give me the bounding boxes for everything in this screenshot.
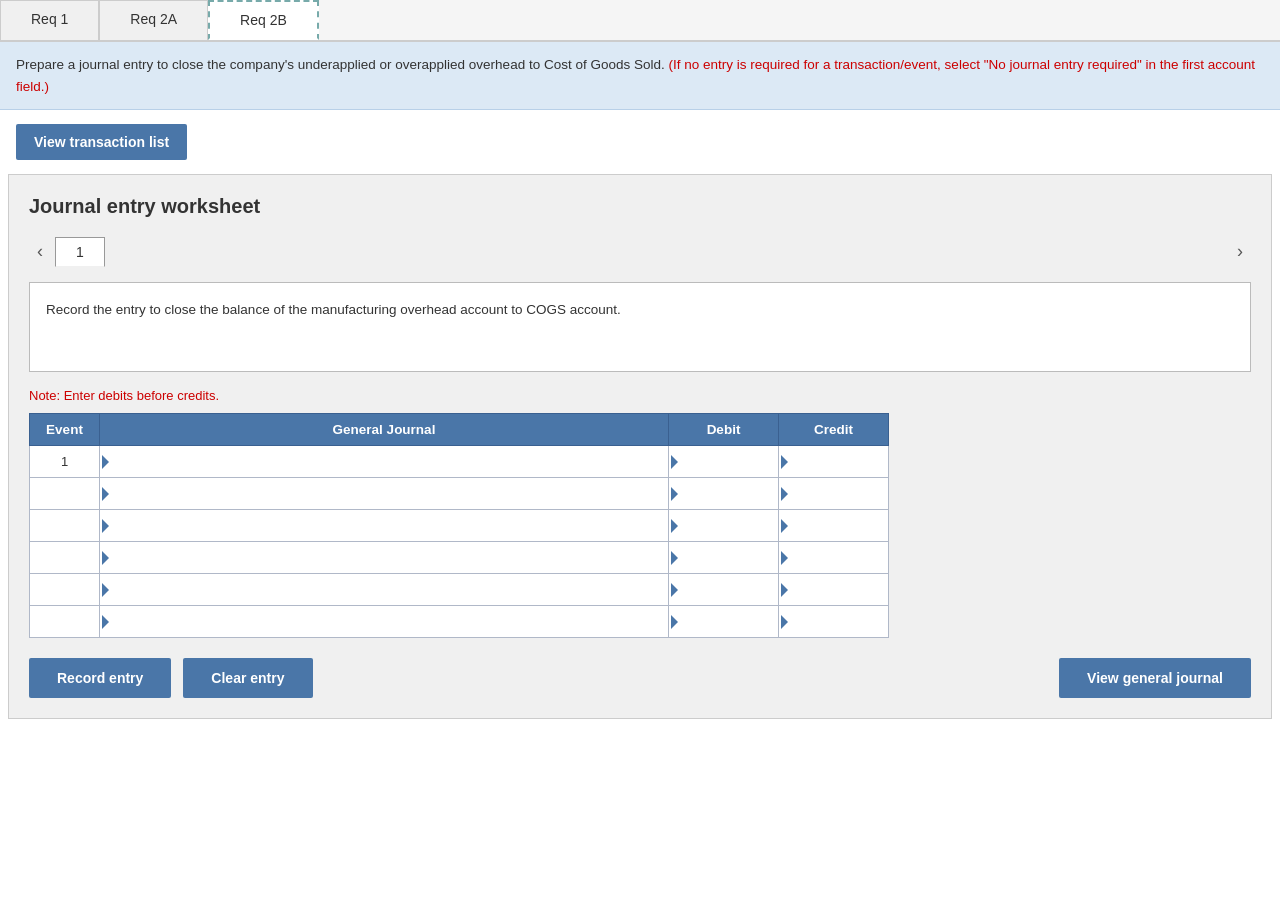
credit-cell[interactable] — [779, 574, 889, 606]
tab-req1[interactable]: Req 1 — [0, 0, 99, 40]
debit-cell[interactable] — [669, 574, 779, 606]
debit-indicator-icon — [671, 455, 678, 469]
credit-cell[interactable] — [779, 446, 889, 478]
bottom-buttons: Record entry Clear entry View general jo… — [29, 658, 1251, 698]
credit-indicator-icon — [781, 615, 788, 629]
debit-input[interactable] — [669, 606, 778, 637]
debit-input[interactable] — [669, 574, 778, 605]
dropdown-indicator-icon — [102, 519, 109, 533]
table-row — [30, 510, 889, 542]
general-journal-cell[interactable] — [100, 542, 669, 574]
dropdown-indicator-icon — [102, 583, 109, 597]
debit-cell[interactable] — [669, 510, 779, 542]
view-general-journal-button[interactable]: View general journal — [1059, 658, 1251, 698]
col-debit: Debit — [669, 414, 779, 446]
credit-indicator-icon — [781, 519, 788, 533]
event-cell — [30, 542, 100, 574]
credit-input[interactable] — [779, 446, 888, 477]
clear-entry-button[interactable]: Clear entry — [183, 658, 312, 698]
debit-input[interactable] — [669, 478, 778, 509]
record-entry-button[interactable]: Record entry — [29, 658, 171, 698]
table-row — [30, 574, 889, 606]
credit-cell[interactable] — [779, 478, 889, 510]
prev-arrow[interactable]: ‹ — [29, 237, 51, 266]
event-cell — [30, 510, 100, 542]
tab-navigation: ‹ 1 › — [29, 236, 1251, 266]
debit-indicator-icon — [671, 551, 678, 565]
general-journal-input[interactable] — [100, 478, 668, 509]
note-text: Note: Enter debits before credits. — [29, 388, 1251, 403]
view-transaction-button[interactable]: View transaction list — [16, 124, 187, 160]
credit-input[interactable] — [779, 510, 888, 541]
tab-bar: Req 1 Req 2A Req 2B — [0, 0, 1280, 42]
dropdown-indicator-icon — [102, 455, 109, 469]
debit-indicator-icon — [671, 583, 678, 597]
event-cell — [30, 478, 100, 510]
credit-input[interactable] — [779, 478, 888, 509]
debit-indicator-icon — [671, 519, 678, 533]
credit-cell[interactable] — [779, 606, 889, 638]
credit-input[interactable] — [779, 606, 888, 637]
general-journal-input[interactable] — [100, 574, 668, 605]
credit-indicator-icon — [781, 583, 788, 597]
general-journal-input[interactable] — [100, 606, 668, 637]
credit-cell[interactable] — [779, 542, 889, 574]
credit-input[interactable] — [779, 542, 888, 573]
col-event: Event — [30, 414, 100, 446]
general-journal-cell[interactable] — [100, 478, 669, 510]
credit-indicator-icon — [781, 487, 788, 501]
table-row: 1 — [30, 446, 889, 478]
general-journal-input[interactable] — [100, 446, 668, 477]
credit-input[interactable] — [779, 574, 888, 605]
table-row — [30, 606, 889, 638]
entry-description: Record the entry to close the balance of… — [29, 282, 1251, 372]
general-journal-cell[interactable] — [100, 574, 669, 606]
tab-req2a[interactable]: Req 2A — [99, 0, 208, 40]
dropdown-indicator-icon — [102, 487, 109, 501]
credit-indicator-icon — [781, 455, 788, 469]
debit-input[interactable] — [669, 542, 778, 573]
table-row — [30, 542, 889, 574]
instruction-bar: Prepare a journal entry to close the com… — [0, 42, 1280, 110]
credit-cell[interactable] — [779, 510, 889, 542]
event-cell — [30, 606, 100, 638]
general-journal-cell[interactable] — [100, 606, 669, 638]
general-journal-input[interactable] — [100, 510, 668, 541]
general-journal-input[interactable] — [100, 542, 668, 573]
table-row — [30, 478, 889, 510]
next-arrow[interactable]: › — [1229, 237, 1251, 266]
debit-cell[interactable] — [669, 478, 779, 510]
worksheet-title: Journal entry worksheet — [29, 195, 1251, 218]
debit-input[interactable] — [669, 510, 778, 541]
debit-indicator-icon — [671, 487, 678, 501]
instruction-black: Prepare a journal entry to close the com… — [16, 57, 665, 72]
debit-indicator-icon — [671, 615, 678, 629]
worksheet-container: Journal entry worksheet ‹ 1 › Record the… — [8, 174, 1272, 719]
general-journal-cell[interactable] — [100, 510, 669, 542]
journal-table: Event General Journal Debit Credit 1 — [29, 413, 889, 638]
credit-indicator-icon — [781, 551, 788, 565]
general-journal-cell[interactable] — [100, 446, 669, 478]
col-general-journal: General Journal — [100, 414, 669, 446]
dropdown-indicator-icon — [102, 615, 109, 629]
debit-cell[interactable] — [669, 606, 779, 638]
entry-tab-1[interactable]: 1 — [55, 237, 105, 267]
debit-cell[interactable] — [669, 446, 779, 478]
debit-cell[interactable] — [669, 542, 779, 574]
debit-input[interactable] — [669, 446, 778, 477]
tab-req2b[interactable]: Req 2B — [208, 0, 319, 40]
event-cell: 1 — [30, 446, 100, 478]
event-cell — [30, 574, 100, 606]
col-credit: Credit — [779, 414, 889, 446]
dropdown-indicator-icon — [102, 551, 109, 565]
